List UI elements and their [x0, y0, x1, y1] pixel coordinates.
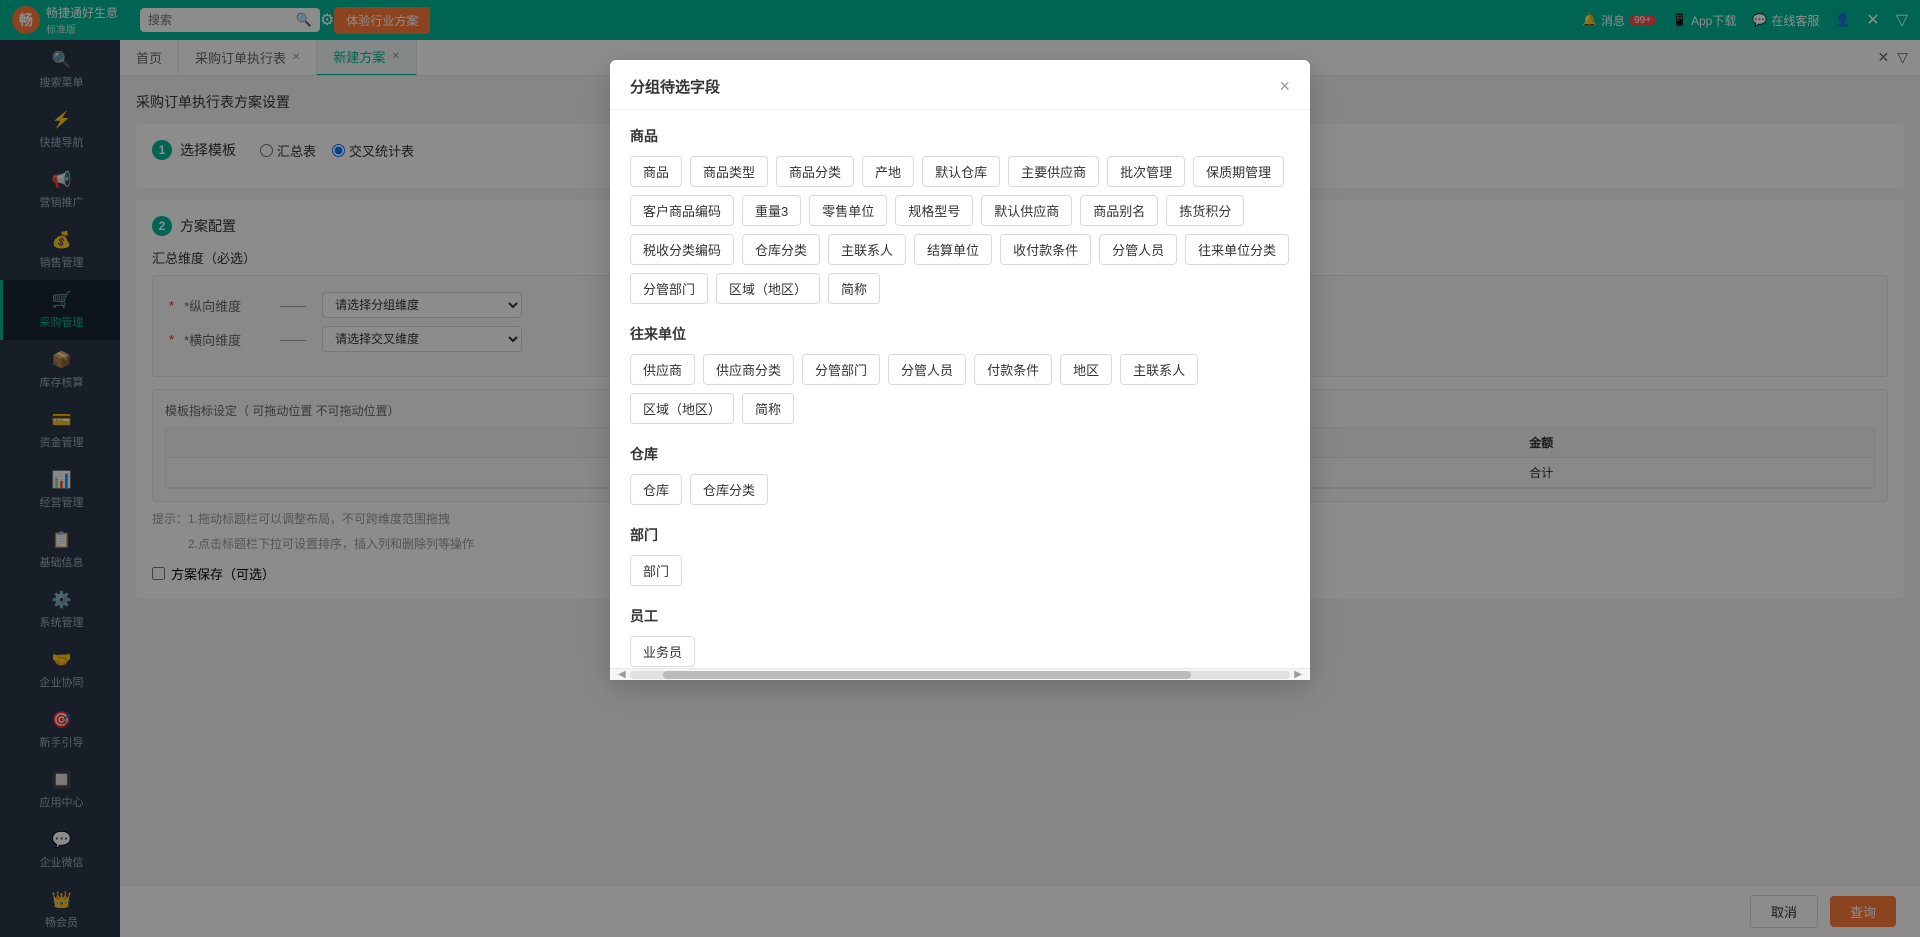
field-tags-staff: 业务员	[630, 636, 1290, 667]
field-tag[interactable]: 分管部门	[802, 354, 880, 385]
field-tag[interactable]: 仓库分类	[690, 474, 768, 505]
field-group-warehouse: 仓库 仓库 仓库分类	[630, 444, 1290, 505]
field-group-dept: 部门 部门	[630, 525, 1290, 586]
field-group-staff-title: 员工	[630, 606, 1290, 626]
field-group-staff: 员工 业务员	[630, 606, 1290, 667]
field-tag[interactable]: 保质期管理	[1193, 156, 1284, 187]
field-tag[interactable]: 业务员	[630, 636, 695, 667]
field-tags-partner: 供应商 供应商分类 分管部门 分管人员 付款条件 地区 主联系人 区域（地区） …	[630, 354, 1290, 424]
field-tag[interactable]: 仓库	[630, 474, 682, 505]
field-tag[interactable]: 简称	[828, 273, 880, 304]
field-tag[interactable]: 往来单位分类	[1185, 234, 1289, 265]
field-tag[interactable]: 简称	[742, 393, 794, 424]
modal-title: 分组待选字段	[630, 76, 720, 97]
field-tag[interactable]: 商品类型	[690, 156, 768, 187]
field-tag[interactable]: 供应商分类	[703, 354, 794, 385]
field-tag[interactable]: 供应商	[630, 354, 695, 385]
field-tag[interactable]: 主要供应商	[1008, 156, 1099, 187]
field-tag[interactable]: 主联系人	[828, 234, 906, 265]
field-tag[interactable]: 收付款条件	[1000, 234, 1091, 265]
modal-hscroll[interactable]: ◀ ▶	[610, 668, 1310, 680]
field-tag[interactable]: 分管部门	[630, 273, 708, 304]
field-group-warehouse-title: 仓库	[630, 444, 1290, 464]
field-tags-product: 商品 商品类型 商品分类 产地 默认仓库 主要供应商 批次管理 保质期管理 客户…	[630, 156, 1290, 304]
scroll-thumb	[663, 671, 1191, 679]
modal-close-button[interactable]: ×	[1279, 76, 1290, 97]
field-tag[interactable]: 客户商品编码	[630, 195, 734, 226]
field-tag[interactable]: 结算单位	[914, 234, 992, 265]
field-tag[interactable]: 区域（地区）	[716, 273, 820, 304]
field-tag[interactable]: 重量3	[742, 195, 801, 226]
field-tag[interactable]: 规格型号	[895, 195, 973, 226]
modal-overlay: 分组待选字段 × 商品 商品 商品类型 商品分类 产地 默认仓库 主要供应商 批…	[0, 0, 1920, 937]
field-tag[interactable]: 默认供应商	[981, 195, 1072, 226]
field-tag[interactable]: 商品	[630, 156, 682, 187]
scroll-left-arrow[interactable]: ◀	[614, 669, 630, 680]
field-group-product: 商品 商品 商品类型 商品分类 产地 默认仓库 主要供应商 批次管理 保质期管理…	[630, 126, 1290, 304]
field-tag[interactable]: 地区	[1060, 354, 1112, 385]
field-tag[interactable]: 产地	[862, 156, 914, 187]
field-tag[interactable]: 税收分类编码	[630, 234, 734, 265]
field-tag[interactable]: 主联系人	[1120, 354, 1198, 385]
modal-header: 分组待选字段 ×	[610, 60, 1310, 110]
field-tag[interactable]: 区域（地区）	[630, 393, 734, 424]
field-group-dept-title: 部门	[630, 525, 1290, 545]
modal-body[interactable]: 商品 商品 商品类型 商品分类 产地 默认仓库 主要供应商 批次管理 保质期管理…	[610, 110, 1310, 668]
scroll-track[interactable]	[630, 671, 1291, 679]
field-tag[interactable]: 零售单位	[809, 195, 887, 226]
field-tag[interactable]: 拣货积分	[1166, 195, 1244, 226]
field-tag[interactable]: 部门	[630, 555, 682, 586]
field-tags-warehouse: 仓库 仓库分类	[630, 474, 1290, 505]
field-tag[interactable]: 仓库分类	[742, 234, 820, 265]
field-tag[interactable]: 付款条件	[974, 354, 1052, 385]
field-tag[interactable]: 分管人员	[888, 354, 966, 385]
field-tags-dept: 部门	[630, 555, 1290, 586]
scroll-right-arrow[interactable]: ▶	[1290, 669, 1306, 680]
field-group-product-title: 商品	[630, 126, 1290, 146]
field-group-partner: 往来单位 供应商 供应商分类 分管部门 分管人员 付款条件 地区 主联系人 区域…	[630, 324, 1290, 424]
field-tag[interactable]: 商品分类	[776, 156, 854, 187]
modal-dialog: 分组待选字段 × 商品 商品 商品类型 商品分类 产地 默认仓库 主要供应商 批…	[610, 60, 1310, 680]
field-tag[interactable]: 默认仓库	[922, 156, 1000, 187]
field-group-partner-title: 往来单位	[630, 324, 1290, 344]
field-tag[interactable]: 商品别名	[1080, 195, 1158, 226]
field-tag[interactable]: 分管人员	[1099, 234, 1177, 265]
field-tag[interactable]: 批次管理	[1107, 156, 1185, 187]
